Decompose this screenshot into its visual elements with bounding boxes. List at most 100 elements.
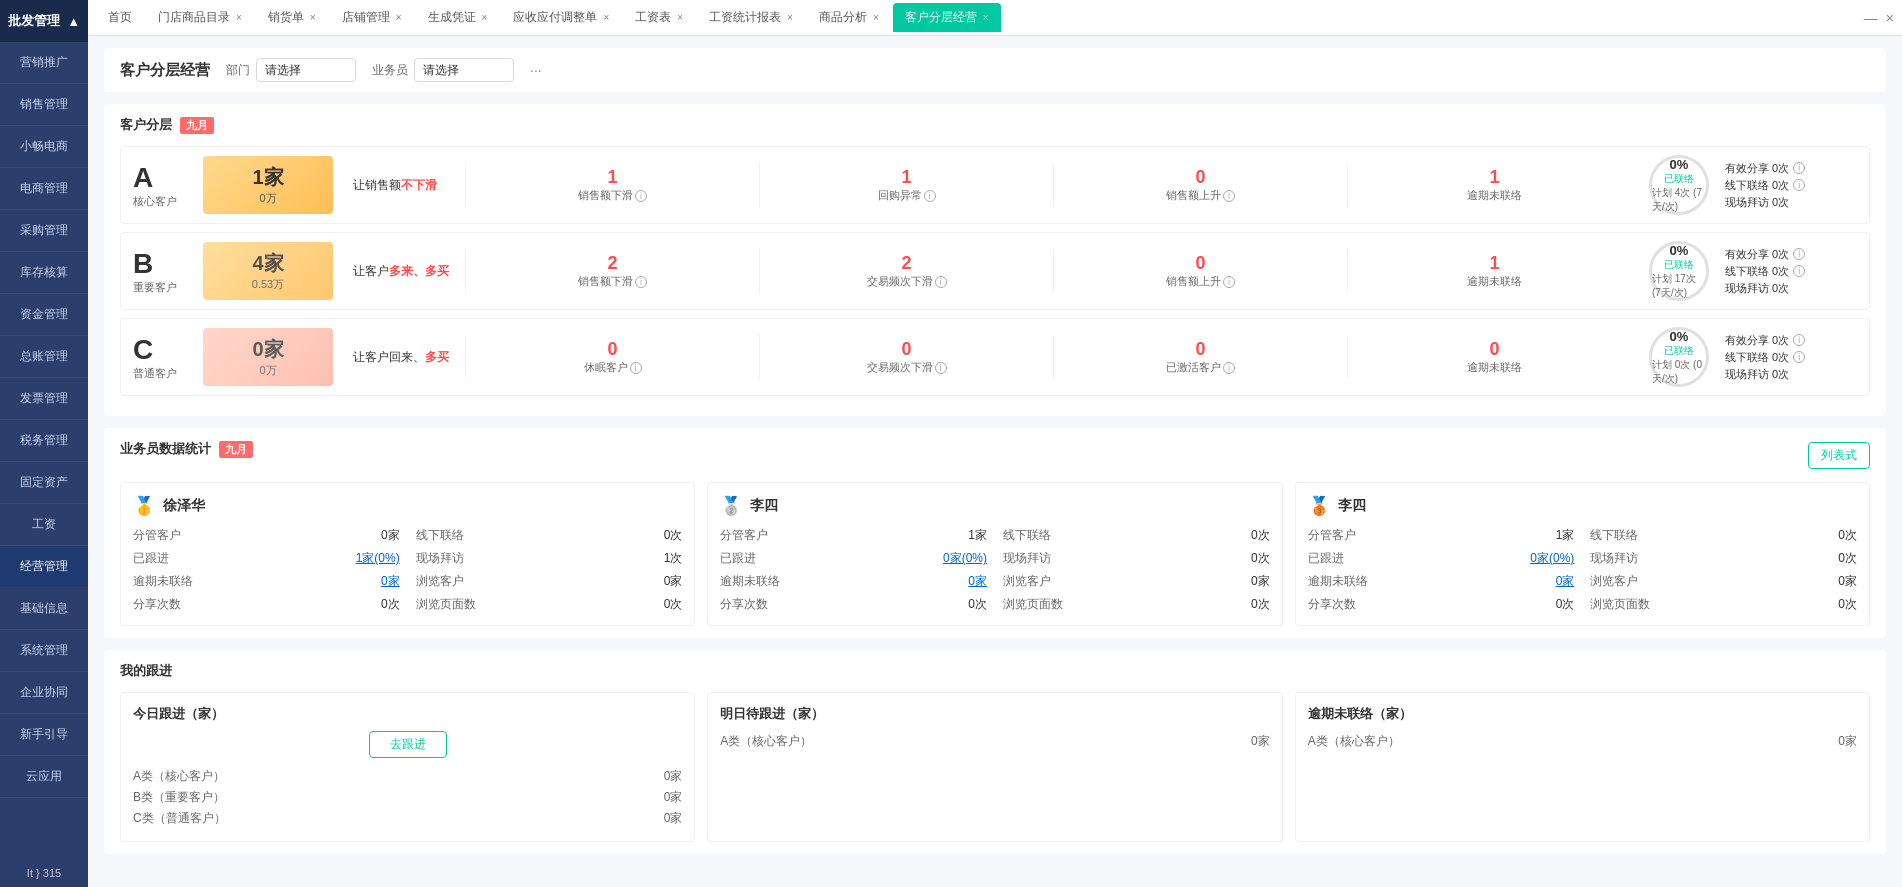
- info-icon[interactable]: i: [935, 276, 947, 288]
- close-icon[interactable]: ×: [677, 12, 683, 23]
- sp-stat-1-5: 浏览客户 0家: [1003, 573, 1270, 590]
- sidebar-item-xtgl[interactable]: 系统管理: [0, 630, 88, 672]
- sidebar-item-zjgl[interactable]: 资金管理: [0, 294, 88, 336]
- tab-bar: 首页 门店商品目录 × 销货单 × 店铺管理 × 生成凭证 × 应收应付调整单 …: [88, 0, 1902, 36]
- tier-c-circle: 0% 已联络 计划 0次 (0天/次): [1649, 327, 1709, 387]
- info-icon[interactable]: i: [635, 276, 647, 288]
- customer-tier-title: 客户分层 九月: [120, 116, 1870, 134]
- tab-product-analysis[interactable]: 商品分析 ×: [807, 3, 891, 32]
- info-icon[interactable]: i: [1793, 248, 1805, 260]
- tier-a-slogan: 让销售额不下滑: [345, 177, 465, 194]
- sidebar-item-xsyd[interactable]: 新手引导: [0, 714, 88, 756]
- customer-tier-section: 客户分层 九月 A 核心客户 1家 0万 让销售额不下滑 1: [104, 104, 1886, 416]
- sp-stats-2: 分管客户 1家 线下联络 0次 已跟进 0家(0%) 现场拜访: [1308, 527, 1857, 613]
- info-icon[interactable]: i: [1223, 276, 1235, 288]
- close-icon[interactable]: ×: [873, 12, 879, 23]
- tab-store-products[interactable]: 门店商品目录 ×: [146, 3, 254, 32]
- info-icon[interactable]: i: [1223, 362, 1235, 374]
- my-followup-title: 我的跟进: [120, 662, 1870, 680]
- info-icon[interactable]: i: [1223, 190, 1235, 202]
- tier-a-right-stats: 有效分享 0次 i 线下联络 0次 i 现场拜访 0次: [1717, 161, 1857, 210]
- tab-home[interactable]: 首页: [96, 3, 144, 32]
- tab-voucher[interactable]: 生成凭证 ×: [416, 3, 500, 32]
- sidebar-item-yxtt[interactable]: 营销推广: [0, 42, 88, 84]
- info-icon[interactable]: i: [935, 362, 947, 374]
- tier-a-stat1[interactable]: 1 销售额下滑 i: [465, 163, 759, 207]
- tier-c-stats: 0 休眠客户 i 0 交易频次下滑 i 0 已激活客户 i 0 逾期未联络: [465, 327, 1857, 387]
- close-icon[interactable]: ×: [603, 12, 609, 23]
- sidebar-item-kch[interactable]: 库存核算: [0, 252, 88, 294]
- tier-b-stat1[interactable]: 2 销售额下滑 i: [465, 249, 759, 293]
- close-icon[interactable]: ×: [482, 12, 488, 23]
- sp-name-2: 李四: [1338, 497, 1366, 515]
- tab-sales[interactable]: 销货单 ×: [256, 3, 328, 32]
- tab-payroll-report[interactable]: 工资统计报表 ×: [697, 3, 805, 32]
- tier-b-count: 4家 0.53万: [203, 242, 333, 300]
- tier-c-stat3[interactable]: 0 已激活客户 i: [1053, 335, 1347, 379]
- tier-b-stat4[interactable]: 1 逾期未联络: [1347, 249, 1641, 293]
- sidebar-item-dsg[interactable]: 电商管理: [0, 168, 88, 210]
- sp-stat-2-1: 线下联络 0次: [1590, 527, 1857, 544]
- tab-ap-adj[interactable]: 应收应付调整单 ×: [501, 3, 621, 32]
- salesperson-filter: 业务员 请选择: [372, 58, 514, 82]
- close-icon[interactable]: ×: [236, 12, 242, 23]
- list-view-button[interactable]: 列表式: [1808, 442, 1870, 469]
- tier-c-stat4[interactable]: 0 逾期未联络: [1347, 335, 1641, 379]
- tier-b-stat3[interactable]: 0 销售额上升 i: [1053, 249, 1347, 293]
- sidebar-item-xbds[interactable]: 小畅电商: [0, 126, 88, 168]
- tier-c-stat2[interactable]: 0 交易频次下滑 i: [759, 335, 1053, 379]
- tab-shop-mgmt[interactable]: 店铺管理 ×: [330, 3, 414, 32]
- sidebar-item-gdzy[interactable]: 固定资产: [0, 462, 88, 504]
- info-icon[interactable]: i: [1793, 179, 1805, 191]
- tier-row-b: B 重要客户 4家 0.53万 让客户多来、多买 2 销售额下滑 i 2: [120, 232, 1870, 310]
- salesperson-grid: 🥇 徐泽华 分管客户 0家 线下联络 0次 已跟进: [120, 482, 1870, 626]
- sidebar-item-zz[interactable]: 总账管理: [0, 336, 88, 378]
- tab-payroll[interactable]: 工资表 ×: [623, 3, 695, 32]
- close-icon[interactable]: ×: [787, 12, 793, 23]
- tier-a-stat3[interactable]: 0 销售额上升 i: [1053, 163, 1347, 207]
- sidebar-item-qyxt[interactable]: 企业协同: [0, 672, 88, 714]
- tab-customer-tier[interactable]: 客户分层经营 ×: [893, 3, 1001, 32]
- salesperson-label: 业务员: [372, 62, 408, 79]
- sidebar-item-jygl[interactable]: 经营管理: [0, 546, 88, 588]
- sidebar-collapse-icon[interactable]: ▲: [67, 14, 80, 29]
- sp-stat-2-6: 分享次数 0次: [1308, 596, 1575, 613]
- tier-a-stat4[interactable]: 1 逾期未联络: [1347, 163, 1641, 207]
- window-close-icon[interactable]: ×: [1886, 10, 1894, 26]
- tier-c-stat1[interactable]: 0 休眠客户 i: [465, 335, 759, 379]
- salesperson-select[interactable]: 请选择: [414, 58, 514, 82]
- info-icon[interactable]: i: [630, 362, 642, 374]
- sp-stat-0-3: 现场拜访 1次: [416, 550, 683, 567]
- info-icon[interactable]: i: [1793, 162, 1805, 174]
- window-minimize-icon[interactable]: —: [1864, 10, 1878, 26]
- close-icon[interactable]: ×: [983, 12, 989, 23]
- sidebar-item-fp[interactable]: 发票管理: [0, 378, 88, 420]
- sp-stat-1-6: 分享次数 0次: [720, 596, 987, 613]
- followup-overdue: 逾期未联络（家） A类（核心客户） 0家: [1295, 692, 1870, 842]
- sidebar-item-yy[interactable]: 云应用: [0, 756, 88, 798]
- sidebar-header: 批发管理 ▲: [0, 0, 88, 42]
- tier-b-stat2[interactable]: 2 交易频次下滑 i: [759, 249, 1053, 293]
- my-followup-section: 我的跟进 今日跟进（家） 去跟进 A类（核心客户） 0家 B类（重要客户） 0家: [104, 650, 1886, 854]
- close-icon[interactable]: ×: [310, 12, 316, 23]
- sp-stat-2-7: 浏览页面数 0次: [1590, 596, 1857, 613]
- info-icon[interactable]: i: [635, 190, 647, 202]
- sidebar-item-xsgl[interactable]: 销售管理: [0, 84, 88, 126]
- goto-followup-button[interactable]: 去跟进: [369, 731, 447, 758]
- info-icon[interactable]: i: [1793, 334, 1805, 346]
- sidebar-item-sw[interactable]: 税务管理: [0, 420, 88, 462]
- sp-stat-1-2: 已跟进 0家(0%): [720, 550, 987, 567]
- bottom-status-bar: It } 315: [0, 859, 88, 887]
- more-filter-icon[interactable]: ···: [530, 62, 542, 78]
- salesperson-card-0: 🥇 徐泽华 分管客户 0家 线下联络 0次 已跟进: [120, 482, 695, 626]
- close-icon[interactable]: ×: [396, 12, 402, 23]
- sidebar-item-jcxx[interactable]: 基础信息: [0, 588, 88, 630]
- info-icon[interactable]: i: [924, 190, 936, 202]
- tier-a-stats: 1 销售额下滑 i 1 回购异常 i 0 销售额上升 i 1 逾期未联络: [465, 155, 1857, 215]
- sidebar-item-cg[interactable]: 采购管理: [0, 210, 88, 252]
- sidebar-item-gz[interactable]: 工资: [0, 504, 88, 546]
- info-icon[interactable]: i: [1793, 265, 1805, 277]
- tier-a-stat2[interactable]: 1 回购异常 i: [759, 163, 1053, 207]
- dept-select[interactable]: 请选择: [256, 58, 356, 82]
- info-icon[interactable]: i: [1793, 351, 1805, 363]
